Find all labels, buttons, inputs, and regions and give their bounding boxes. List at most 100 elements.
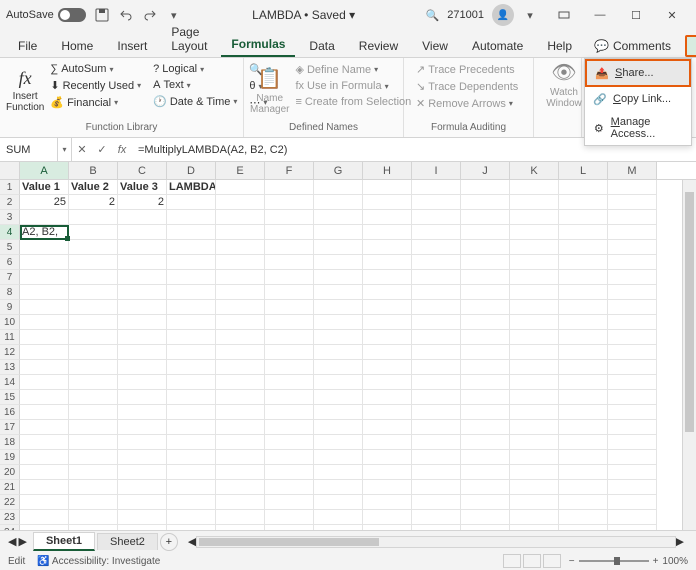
cell[interactable]: [559, 270, 608, 285]
watch-window-button[interactable]: 👁 Watch Window: [540, 60, 588, 109]
insert-function-button[interactable]: fx Insert Function: [6, 60, 44, 120]
ribbon-display-icon[interactable]: [546, 2, 582, 28]
cell[interactable]: [510, 480, 559, 495]
cell[interactable]: [20, 240, 69, 255]
tab-automate[interactable]: Automate: [462, 35, 533, 57]
cell[interactable]: [314, 210, 363, 225]
cell[interactable]: [118, 315, 167, 330]
create-from-selection-button[interactable]: ≡ Create from Selection: [293, 95, 413, 109]
cell[interactable]: [363, 450, 412, 465]
cell[interactable]: [216, 195, 265, 210]
cell[interactable]: [559, 390, 608, 405]
cell[interactable]: [412, 465, 461, 480]
cell[interactable]: [118, 525, 167, 530]
name-manager-button[interactable]: 📋 Name Manager: [250, 60, 289, 120]
cell[interactable]: [412, 360, 461, 375]
cell[interactable]: [20, 450, 69, 465]
cell[interactable]: [216, 420, 265, 435]
cell[interactable]: [265, 405, 314, 420]
cell[interactable]: [216, 255, 265, 270]
cell[interactable]: [216, 270, 265, 285]
cell[interactable]: [608, 285, 657, 300]
cell[interactable]: [608, 225, 657, 240]
cell[interactable]: [363, 330, 412, 345]
cell[interactable]: [559, 375, 608, 390]
cell[interactable]: [20, 315, 69, 330]
cell[interactable]: [314, 525, 363, 530]
cell[interactable]: [265, 450, 314, 465]
cell[interactable]: [608, 210, 657, 225]
confirm-edit-icon[interactable]: ✓: [92, 138, 112, 161]
cell[interactable]: [363, 255, 412, 270]
cell[interactable]: [412, 270, 461, 285]
cell[interactable]: [510, 510, 559, 525]
cell[interactable]: [314, 330, 363, 345]
sheet-nav-next-icon[interactable]: ▶: [18, 535, 26, 548]
sheet-tab-2[interactable]: Sheet2: [97, 533, 158, 550]
name-box[interactable]: SUM: [0, 138, 58, 161]
cell[interactable]: [216, 315, 265, 330]
cell[interactable]: [461, 240, 510, 255]
cell[interactable]: [559, 435, 608, 450]
cell[interactable]: [265, 180, 314, 195]
cell[interactable]: [69, 270, 118, 285]
cell[interactable]: [167, 435, 216, 450]
cell[interactable]: [167, 225, 216, 240]
page-break-view-icon[interactable]: [543, 554, 561, 568]
cell[interactable]: [314, 465, 363, 480]
cell[interactable]: [363, 210, 412, 225]
cell[interactable]: [608, 375, 657, 390]
cell[interactable]: [461, 435, 510, 450]
financial-button[interactable]: 💰 Financial ▾: [48, 95, 143, 110]
cell[interactable]: [265, 195, 314, 210]
cell[interactable]: [412, 435, 461, 450]
cell[interactable]: [510, 240, 559, 255]
tab-home[interactable]: Home: [51, 35, 103, 57]
cell[interactable]: [265, 465, 314, 480]
cell[interactable]: [412, 255, 461, 270]
cell[interactable]: [265, 420, 314, 435]
cell[interactable]: [461, 420, 510, 435]
cell[interactable]: [559, 480, 608, 495]
cell[interactable]: [265, 330, 314, 345]
cell[interactable]: [118, 375, 167, 390]
cell[interactable]: [461, 225, 510, 240]
cell[interactable]: [412, 525, 461, 530]
cell[interactable]: [167, 315, 216, 330]
cell[interactable]: [510, 405, 559, 420]
cell[interactable]: [461, 255, 510, 270]
fx-button-icon[interactable]: fx: [112, 138, 132, 161]
cell[interactable]: [216, 285, 265, 300]
cell[interactable]: [69, 255, 118, 270]
row-header[interactable]: 19: [0, 450, 20, 465]
cell[interactable]: [559, 300, 608, 315]
cell[interactable]: [461, 330, 510, 345]
row-header[interactable]: 7: [0, 270, 20, 285]
cell[interactable]: [69, 405, 118, 420]
cell[interactable]: Value 1: [20, 180, 69, 195]
cell[interactable]: [216, 480, 265, 495]
cell[interactable]: [559, 330, 608, 345]
cell[interactable]: [461, 510, 510, 525]
save-icon[interactable]: [94, 7, 110, 23]
cell[interactable]: [412, 510, 461, 525]
cell[interactable]: [608, 240, 657, 255]
cell[interactable]: [20, 525, 69, 530]
cell[interactable]: [363, 315, 412, 330]
cell[interactable]: [363, 240, 412, 255]
cell[interactable]: [608, 255, 657, 270]
logical-button[interactable]: ? Logical ▾: [151, 62, 239, 76]
cell[interactable]: [510, 375, 559, 390]
redo-icon[interactable]: [142, 7, 158, 23]
cell[interactable]: [118, 480, 167, 495]
cell[interactable]: [118, 300, 167, 315]
vertical-scrollbar[interactable]: [682, 180, 696, 530]
tab-insert[interactable]: Insert: [107, 35, 157, 57]
cell[interactable]: [363, 225, 412, 240]
cell[interactable]: [69, 480, 118, 495]
cell[interactable]: [69, 435, 118, 450]
cell[interactable]: [167, 390, 216, 405]
cell[interactable]: [461, 345, 510, 360]
cell[interactable]: [363, 390, 412, 405]
row-header[interactable]: 20: [0, 465, 20, 480]
